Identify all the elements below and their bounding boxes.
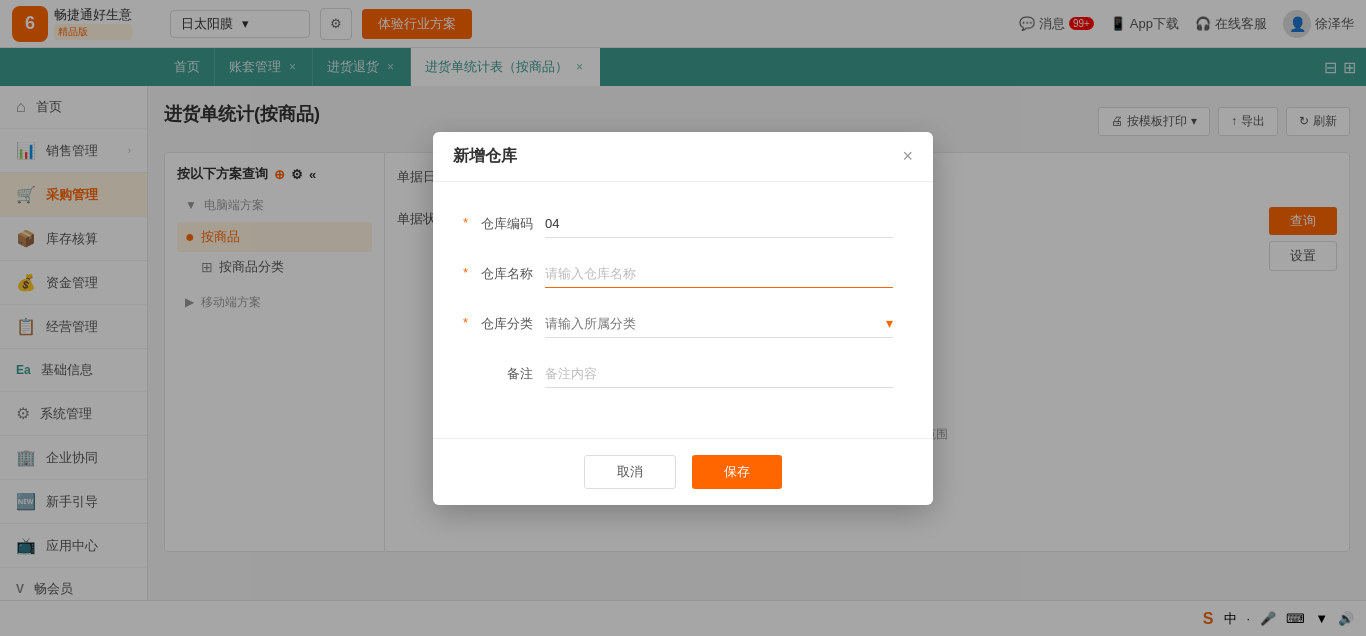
modal-body: 仓库编码 仓库名称 仓库分类 ▾ 备注 [433,182,933,438]
warehouse-name-input[interactable] [545,260,893,288]
warehouse-name-label: 仓库名称 [473,265,533,283]
warehouse-note-row: 备注 [473,360,893,388]
warehouse-category-input[interactable] [545,310,886,337]
warehouse-category-wrapper: ▾ [545,310,893,338]
category-dropdown-arrow-icon[interactable]: ▾ [886,315,893,331]
cancel-button[interactable]: 取消 [584,455,676,489]
modal-overlay: 新增仓库 × 仓库编码 仓库名称 仓库分类 ▾ [0,0,1366,636]
warehouse-note-input[interactable] [545,360,893,388]
save-button[interactable]: 保存 [692,455,782,489]
warehouse-note-label: 备注 [473,365,533,383]
warehouse-code-row: 仓库编码 [473,210,893,238]
modal-header: 新增仓库 × [433,132,933,182]
warehouse-category-row: 仓库分类 ▾ [473,310,893,338]
warehouse-code-label: 仓库编码 [473,215,533,233]
new-warehouse-modal: 新增仓库 × 仓库编码 仓库名称 仓库分类 ▾ [433,132,933,505]
modal-title: 新增仓库 [453,146,517,167]
modal-close-icon[interactable]: × [902,146,913,167]
warehouse-category-label: 仓库分类 [473,315,533,333]
warehouse-code-input[interactable] [545,210,893,238]
warehouse-name-row: 仓库名称 [473,260,893,288]
modal-footer: 取消 保存 [433,438,933,505]
